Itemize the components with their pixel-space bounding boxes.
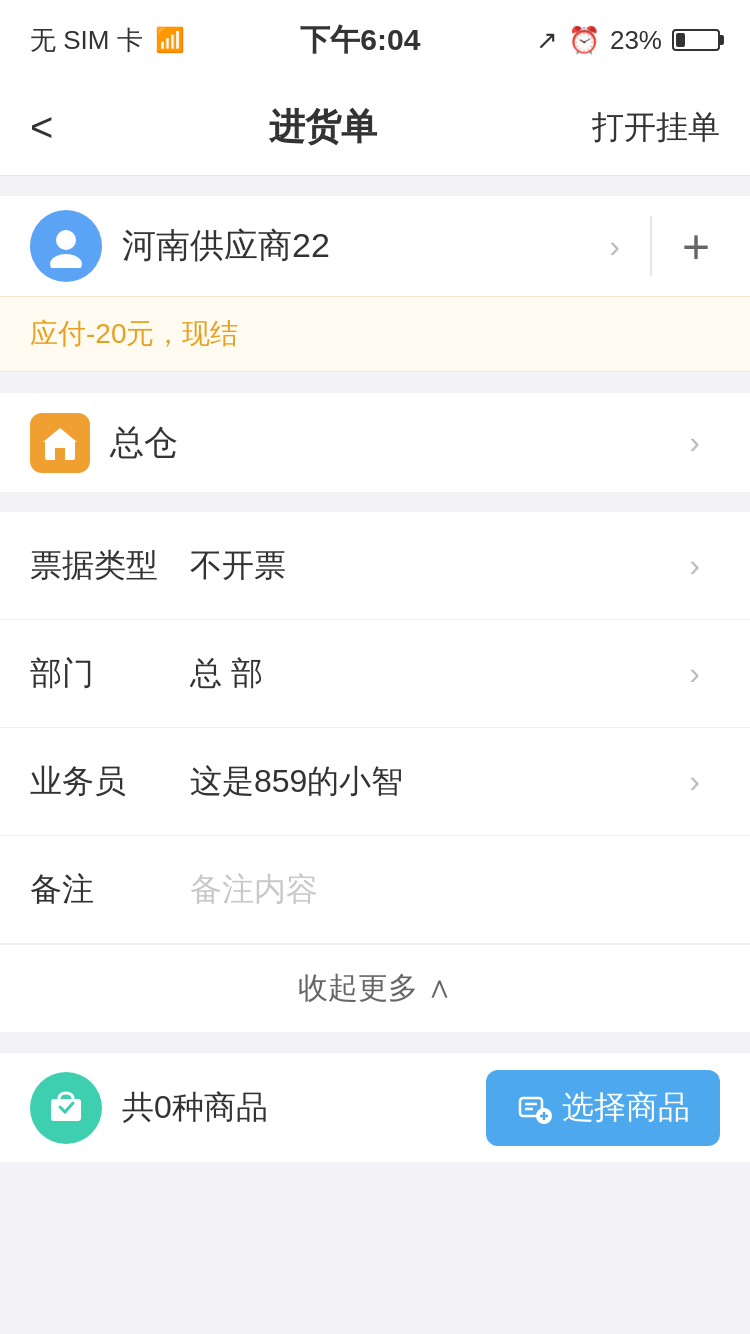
remark-input[interactable]: 备注内容 <box>170 868 720 912</box>
remark-label: 备注 <box>30 868 170 912</box>
status-time: 下午6:04 <box>300 20 420 61</box>
product-count-label: 共0种商品 <box>122 1086 486 1130</box>
notice-banner: 应付-20元，现结 <box>0 296 750 372</box>
bill-type-row[interactable]: 票据类型 不开票 › <box>0 512 750 620</box>
bill-type-label: 票据类型 <box>30 544 170 588</box>
page-background <box>0 1162 750 1334</box>
page-title: 进货单 <box>269 103 377 152</box>
bill-type-chevron-icon: › <box>689 547 700 584</box>
warehouse-icon-wrap <box>30 413 90 473</box>
warehouse-chevron-icon: › <box>689 424 700 461</box>
carrier-label: 无 SIM 卡 <box>30 23 143 58</box>
svg-marker-3 <box>43 428 77 442</box>
back-button[interactable]: < <box>30 105 53 150</box>
nav-bar: < 进货单 打开挂单 <box>0 80 750 176</box>
form-section: 票据类型 不开票 › 部门 总 部 › 业务员 这是859的小智 › 备注 备注… <box>0 512 750 1032</box>
svg-point-0 <box>56 230 76 250</box>
supplier-section: 河南供应商22 › + 应付-20元，现结 <box>0 196 750 372</box>
status-left: 无 SIM 卡 📶 <box>30 23 185 58</box>
battery-percent: 23% <box>610 25 662 56</box>
bill-type-value: 不开票 <box>170 544 689 588</box>
product-icon-wrap <box>30 1072 102 1144</box>
warehouse-icon <box>41 424 79 462</box>
status-bar: 无 SIM 卡 📶 下午6:04 ↗ ⏰ 23% <box>0 0 750 80</box>
svg-point-1 <box>50 254 82 268</box>
dept-row[interactable]: 部门 总 部 › <box>0 620 750 728</box>
notice-text: 应付-20元，现结 <box>30 318 238 349</box>
warehouse-row[interactable]: 总仓 › <box>0 392 750 492</box>
collapse-button[interactable]: 收起更多 ∧ <box>0 944 750 1032</box>
collapse-label: 收起更多 ∧ <box>298 968 451 1009</box>
supplier-chevron-icon: › <box>609 228 620 265</box>
battery-icon <box>672 29 720 51</box>
bottom-bar: 共0种商品 选择商品 <box>0 1052 750 1162</box>
dept-value: 总 部 <box>170 652 689 696</box>
top-divider <box>0 176 750 196</box>
add-supplier-button[interactable]: + <box>662 219 720 274</box>
warehouse-section: 总仓 › <box>0 392 750 492</box>
remark-row[interactable]: 备注 备注内容 <box>0 836 750 944</box>
location-icon: ↗ <box>536 25 558 56</box>
sales-label: 业务员 <box>30 760 170 804</box>
open-pending-button[interactable]: 打开挂单 <box>592 106 720 150</box>
alarm-icon: ⏰ <box>568 25 600 56</box>
wifi-icon: 📶 <box>155 26 185 54</box>
select-product-icon <box>516 1090 552 1126</box>
sales-chevron-icon: › <box>689 763 700 800</box>
warehouse-name: 总仓 <box>110 420 689 466</box>
select-product-label: 选择商品 <box>562 1086 690 1130</box>
supplier-name: 河南供应商22 <box>122 223 609 269</box>
supplier-avatar <box>30 210 102 282</box>
supplier-icon <box>44 224 88 268</box>
sales-row[interactable]: 业务员 这是859的小智 › <box>0 728 750 836</box>
select-product-button[interactable]: 选择商品 <box>486 1070 720 1146</box>
sales-value: 这是859的小智 <box>170 760 689 804</box>
product-icon <box>45 1087 87 1129</box>
supplier-divider <box>650 216 652 276</box>
supplier-row[interactable]: 河南供应商22 › + <box>0 196 750 296</box>
mid-divider <box>0 372 750 392</box>
dept-chevron-icon: › <box>689 655 700 692</box>
dept-label: 部门 <box>30 652 170 696</box>
status-right: ↗ ⏰ 23% <box>536 25 720 56</box>
svg-rect-4 <box>55 448 65 460</box>
